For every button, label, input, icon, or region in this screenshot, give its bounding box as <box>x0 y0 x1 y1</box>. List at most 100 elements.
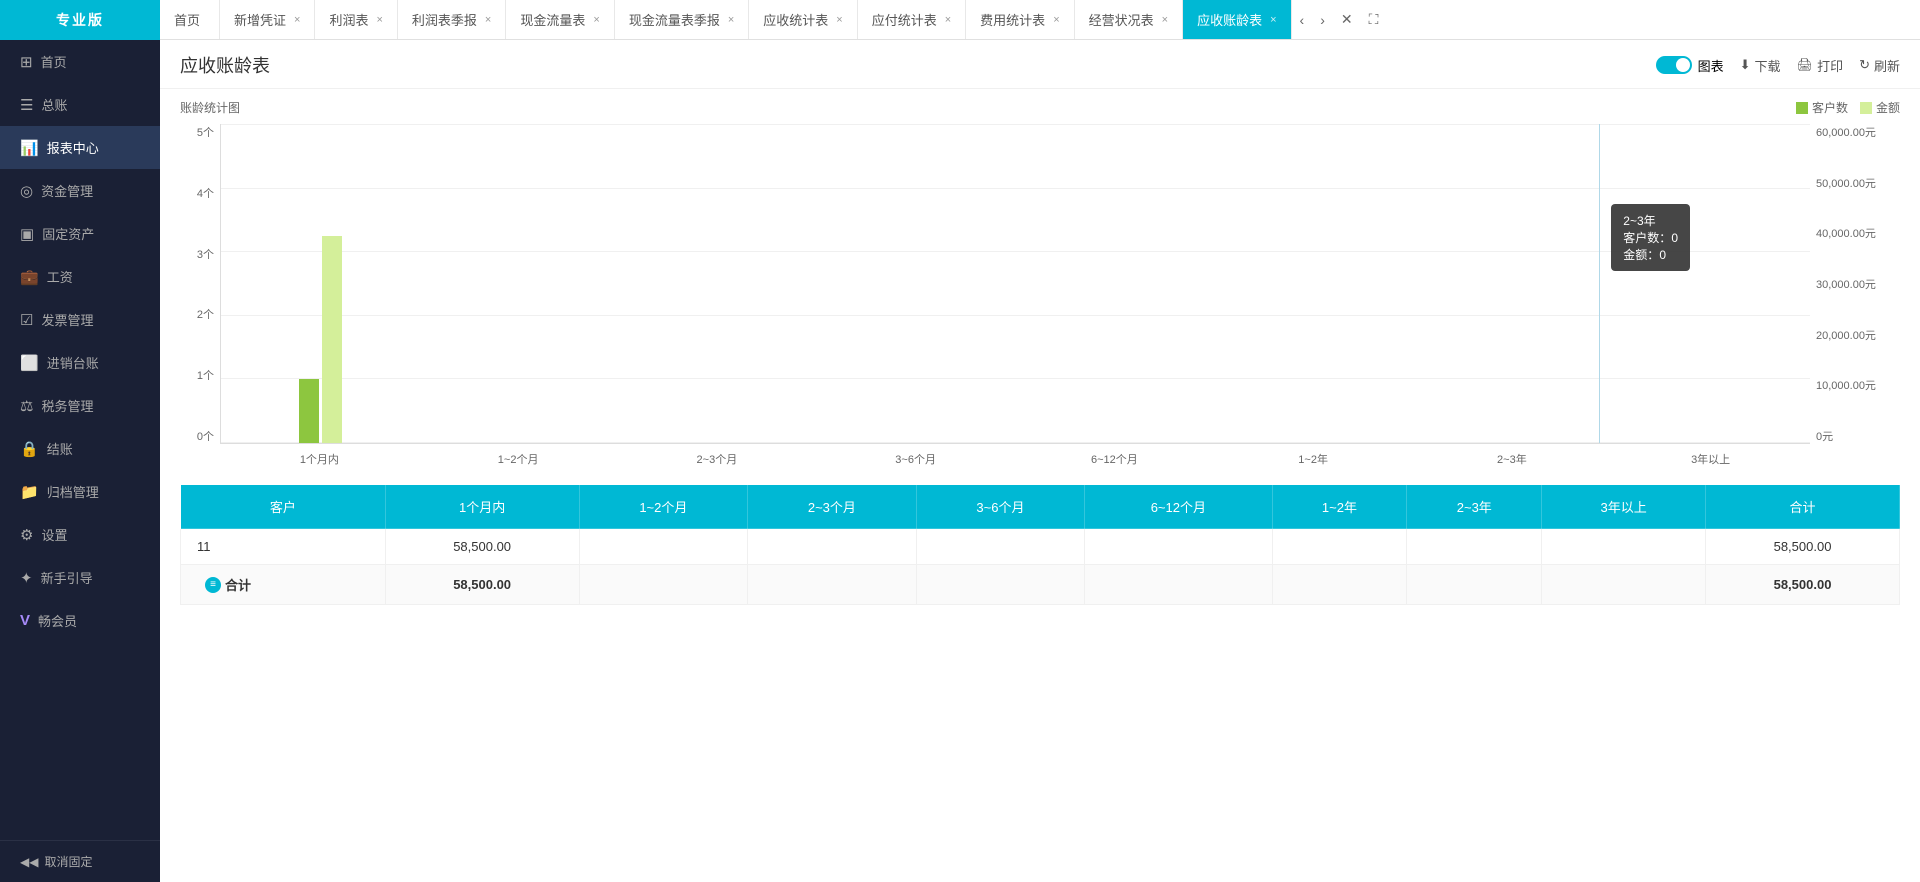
tab-profit-quarterly[interactable]: 利润表季报 × <box>398 0 506 39</box>
print-label: 打印 <box>1817 56 1843 75</box>
tab-close-icon[interactable]: × <box>1162 14 1168 26</box>
tab-operations[interactable]: 经营状况表 × <box>1075 0 1183 39</box>
tab-close-icon[interactable]: × <box>945 14 951 26</box>
sidebar-item-settings[interactable]: ⚙ 设置 <box>0 513 160 556</box>
page-content: 应收账龄表 图表 ⬇ 下载 🖨 打印 ↻ 刷新 <box>160 40 1920 882</box>
table-row: 11 58,500.00 58,500.00 <box>181 529 1900 565</box>
sidebar-item-tax[interactable]: ⚖ 税务管理 <box>0 384 160 427</box>
tab-home[interactable]: 首页 <box>160 0 220 39</box>
td-m1: 58,500.00 <box>385 529 579 565</box>
header-actions: 图表 ⬇ 下载 🖨 打印 ↻ 刷新 <box>1656 56 1900 75</box>
td-total-total: 58,500.00 <box>1706 565 1900 605</box>
chart-container: 5个 4个 3个 2个 1个 0个 <box>180 124 1900 474</box>
tab-close-icon[interactable]: × <box>485 14 491 26</box>
refresh-button[interactable]: ↻ 刷新 <box>1859 56 1900 75</box>
sidebar-item-closing[interactable]: 🔒 结账 <box>0 427 160 470</box>
sidebar-item-salary[interactable]: 💼 工资 <box>0 255 160 298</box>
tab-cashflow-quarterly[interactable]: 现金流量表季报 × <box>615 0 749 39</box>
tab-ap-stats[interactable]: 应付统计表 × <box>858 0 966 39</box>
print-icon: 🖨 <box>1797 57 1814 73</box>
tab-label: 新增凭证 <box>234 10 286 29</box>
y-label-5: 5个 <box>180 124 214 140</box>
legend-amount-label: 金额 <box>1876 99 1900 116</box>
refresh-icon: ↻ <box>1859 57 1870 73</box>
sidebar-item-general-ledger[interactable]: ☰ 总账 <box>0 83 160 126</box>
sidebar-item-guide[interactable]: ✦ 新手引导 <box>0 556 160 599</box>
tab-close-icon[interactable]: × <box>836 14 842 26</box>
tab-next-btn[interactable]: › <box>1312 0 1333 39</box>
y-right-label-4: 40,000.00元 <box>1816 225 1900 241</box>
sidebar-item-label: 报表中心 <box>47 138 99 157</box>
tab-new-voucher[interactable]: 新增凭证 × <box>220 0 315 39</box>
th-m12: 1~2个月 <box>579 485 748 529</box>
chart-plot: 2~3年 客户数：0 金额：0 <box>220 124 1810 444</box>
sidebar-pin-toggle[interactable]: ◀◀ 取消固定 <box>0 840 160 882</box>
chart-tooltip: 2~3年 客户数：0 金额：0 <box>1611 204 1690 271</box>
download-button[interactable]: ⬇ 下载 <box>1740 56 1781 75</box>
tab-close-icon[interactable]: × <box>593 14 599 26</box>
sidebar-item-label: 畅会员 <box>38 611 77 630</box>
th-y12: 1~2年 <box>1272 485 1407 529</box>
tab-expense-stats[interactable]: 费用统计表 × <box>966 0 1074 39</box>
td-y23 <box>1407 529 1542 565</box>
td-total-m1: 58,500.00 <box>385 565 579 605</box>
chart-y-left: 5个 4个 3个 2个 1个 0个 <box>180 124 220 474</box>
member-icon: V <box>20 612 30 629</box>
tab-close-icon[interactable]: × <box>728 14 734 26</box>
chart-toggle-group[interactable]: 图表 <box>1656 56 1724 75</box>
sidebar-item-label: 设置 <box>41 525 67 544</box>
sidebar-item-member[interactable]: V 畅会员 <box>0 599 160 642</box>
tab-cashflow[interactable]: 现金流量表 × <box>506 0 614 39</box>
sidebar-item-inventory[interactable]: ⬜ 进销台账 <box>0 341 160 384</box>
tax-icon: ⚖ <box>20 397 33 415</box>
guide-icon: ✦ <box>20 569 33 587</box>
sidebar-item-home[interactable]: ⊞ 首页 <box>0 40 160 83</box>
tab-close-icon[interactable]: × <box>1053 14 1059 26</box>
td-total-m12 <box>579 565 748 605</box>
sidebar-item-label: 首页 <box>41 52 67 71</box>
th-m23: 2~3个月 <box>748 485 917 529</box>
tab-profit[interactable]: 利润表 × <box>315 0 397 39</box>
th-y3plus: 3年以上 <box>1542 485 1706 529</box>
sidebar-item-invoice[interactable]: ☑ 发票管理 <box>0 298 160 341</box>
chart-inner: 2~3年 客户数：0 金额：0 1个月内 1~2个月 <box>220 124 1810 474</box>
tab-close-icon[interactable]: × <box>294 14 300 26</box>
closing-icon: 🔒 <box>20 440 39 458</box>
sidebar-item-reports[interactable]: 📊 报表中心 <box>0 126 160 169</box>
td-total-m23 <box>748 565 917 605</box>
td-m36 <box>916 529 1085 565</box>
sidebar-item-funds[interactable]: ◎ 资金管理 <box>0 169 160 212</box>
bar-customers-1 <box>299 379 319 443</box>
bar-group-7 <box>1413 124 1612 443</box>
y-label-1: 1个 <box>180 367 214 383</box>
bar-group-8 <box>1611 124 1810 443</box>
tab-label: 利润表季报 <box>412 10 477 29</box>
th-m36: 3~6个月 <box>916 485 1085 529</box>
tab-fullscreen-btn[interactable]: ⛶ <box>1361 0 1387 39</box>
tab-ar-aging[interactable]: 应收账龄表 × <box>1183 0 1291 39</box>
sidebar-item-fixed-assets[interactable]: ▣ 固定资产 <box>0 212 160 255</box>
legend-customers-dot <box>1796 102 1808 114</box>
tab-prev-btn[interactable]: ‹ <box>1292 0 1313 39</box>
bar-group-6 <box>1214 124 1413 443</box>
tab-close-icon[interactable]: × <box>1270 14 1276 26</box>
tab-label: 应收统计表 <box>763 10 828 29</box>
th-customer: 客户 <box>181 485 386 529</box>
tab-ar-stats[interactable]: 应收统计表 × <box>749 0 857 39</box>
td-m612 <box>1085 529 1272 565</box>
y-right-label-3: 30,000.00元 <box>1816 276 1900 292</box>
sidebar-item-archive[interactable]: 📁 归档管理 <box>0 470 160 513</box>
tab-close-all-btn[interactable]: ✕ <box>1333 0 1361 39</box>
print-button[interactable]: 🖨 打印 <box>1797 56 1844 75</box>
chart-xaxis: 1个月内 1~2个月 2~3个月 3~6个月 6~12个月 1~2年 2~3年 … <box>220 444 1810 474</box>
chart-toggle[interactable] <box>1656 56 1692 74</box>
page-header: 应收账龄表 图表 ⬇ 下载 🖨 打印 ↻ 刷新 <box>160 40 1920 89</box>
bar-group-3 <box>618 124 817 443</box>
x-label-3: 2~3个月 <box>618 451 817 467</box>
sidebar-item-label: 归档管理 <box>47 482 99 501</box>
tooltip-customers: 客户数：0 <box>1623 229 1678 246</box>
tab-label: 应收账龄表 <box>1197 10 1262 29</box>
tab-close-icon[interactable]: × <box>376 14 382 26</box>
table-total-row: ≡ 合计 58,500.00 58,500.00 <box>181 565 1900 605</box>
legend-amount-dot <box>1860 102 1872 114</box>
